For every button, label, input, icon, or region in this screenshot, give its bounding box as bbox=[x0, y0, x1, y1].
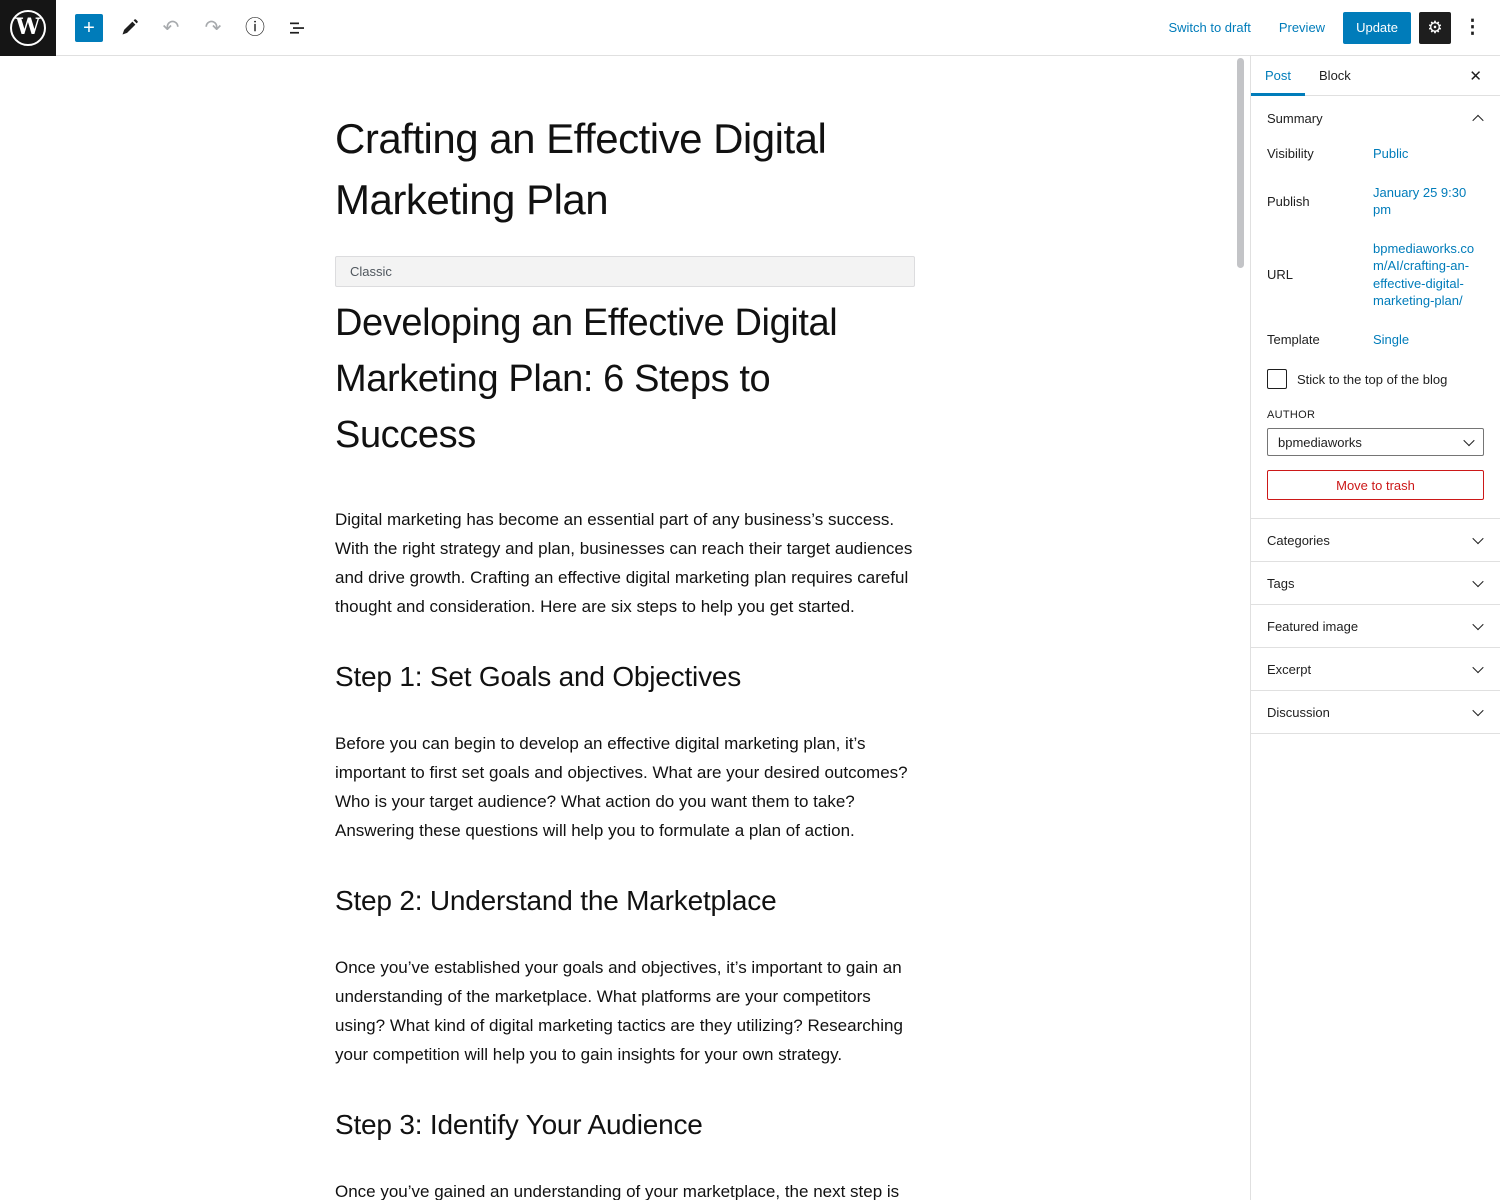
options-menu-button[interactable]: ⋮ bbox=[1459, 16, 1486, 39]
visibility-label: Visibility bbox=[1267, 146, 1314, 162]
post-document: Crafting an Effective Digital Marketing … bbox=[335, 56, 915, 1200]
discussion-panel-title: Discussion bbox=[1267, 704, 1330, 720]
wordpress-logo[interactable]: W bbox=[0, 0, 56, 56]
author-select[interactable]: bpmediaworks bbox=[1267, 428, 1484, 457]
chevron-down-icon bbox=[1463, 435, 1475, 447]
sticky-post-checkbox[interactable] bbox=[1267, 369, 1287, 390]
collapsed-panels: Categories Tags Featured image Excerpt D… bbox=[1251, 518, 1500, 735]
tab-block[interactable]: Block bbox=[1305, 56, 1365, 95]
url-value-button[interactable]: bpmediaworks.com/AI/crafting-an-effectiv… bbox=[1373, 240, 1484, 310]
tags-panel-header[interactable]: Tags bbox=[1251, 562, 1500, 606]
chevron-down-icon bbox=[1472, 619, 1484, 631]
summary-panel-title: Summary bbox=[1267, 111, 1323, 126]
plus-icon: + bbox=[83, 16, 95, 39]
summary-panel-body: Visibility Public Publish January 25 9:3… bbox=[1251, 141, 1500, 518]
visibility-value-button[interactable]: Public bbox=[1373, 145, 1408, 163]
chevron-down-icon bbox=[1472, 705, 1484, 717]
editor-top-bar: W + ↶ ↷ ⓘ Switch to draft Preview Update… bbox=[0, 0, 1500, 56]
tags-panel-title: Tags bbox=[1267, 575, 1295, 591]
section-paragraph-step-1[interactable]: Before you can begin to develop an effec… bbox=[335, 729, 915, 845]
redo-button[interactable]: ↷ bbox=[197, 12, 229, 44]
author-select-value: bpmediaworks bbox=[1278, 434, 1362, 450]
kebab-menu-icon: ⋮ bbox=[1463, 17, 1482, 38]
undo-button[interactable]: ↶ bbox=[155, 12, 187, 44]
list-view-button[interactable] bbox=[281, 12, 313, 44]
publish-value-button[interactable]: January 25 9:30 pm bbox=[1373, 184, 1484, 219]
section-paragraph-step-2[interactable]: Once you’ve established your goals and o… bbox=[335, 953, 915, 1069]
template-row: Template Single bbox=[1267, 331, 1484, 349]
topbar-actions: Switch to draft Preview Update ⚙ ⋮ bbox=[1158, 11, 1500, 44]
settings-sidebar: Post Block ✕ Summary Visibility Public P… bbox=[1250, 56, 1500, 1200]
close-sidebar-button[interactable]: ✕ bbox=[1461, 56, 1490, 95]
sticky-post-label: Stick to the top of the blog bbox=[1297, 371, 1448, 387]
visibility-row: Visibility Public bbox=[1267, 145, 1484, 163]
publish-label: Publish bbox=[1267, 193, 1310, 209]
url-row: URL bpmediaworks.com/AI/crafting-an-effe… bbox=[1267, 240, 1484, 310]
section-heading-step-3[interactable]: Step 3: Identify Your Audience bbox=[335, 1105, 915, 1145]
tools-button[interactable] bbox=[113, 12, 145, 44]
wordpress-logo-icon: W bbox=[10, 9, 46, 46]
editor-canvas: Crafting an Effective Digital Marketing … bbox=[0, 56, 1250, 1200]
section-heading-step-2[interactable]: Step 2: Understand the Marketplace bbox=[335, 881, 915, 921]
author-label: AUTHOR bbox=[1267, 409, 1316, 422]
featured-image-panel-header[interactable]: Featured image bbox=[1251, 605, 1500, 649]
intro-paragraph[interactable]: Digital marketing has become an essentia… bbox=[335, 505, 915, 621]
switch-to-draft-button[interactable]: Switch to draft bbox=[1158, 20, 1260, 35]
details-button[interactable]: ⓘ bbox=[239, 12, 271, 44]
categories-panel-title: Categories bbox=[1267, 532, 1330, 548]
move-to-trash-button[interactable]: Move to trash bbox=[1267, 470, 1484, 501]
post-subtitle-heading[interactable]: Developing an Effective Digital Marketin… bbox=[335, 295, 915, 463]
editor-tools: + ↶ ↷ ⓘ bbox=[56, 12, 313, 44]
pencil-icon bbox=[119, 18, 139, 38]
publish-row: Publish January 25 9:30 pm bbox=[1267, 184, 1484, 219]
sticky-post-option[interactable]: Stick to the top of the blog bbox=[1267, 369, 1484, 390]
chevron-down-icon bbox=[1472, 662, 1484, 674]
discussion-panel-header[interactable]: Discussion bbox=[1251, 691, 1500, 735]
block-inserter-button[interactable]: + bbox=[75, 13, 103, 42]
list-view-icon bbox=[287, 18, 307, 38]
undo-icon: ↶ bbox=[162, 16, 180, 39]
excerpt-panel-title: Excerpt bbox=[1267, 661, 1312, 677]
chevron-up-icon bbox=[1472, 114, 1484, 126]
sidebar-tabs: Post Block ✕ bbox=[1251, 56, 1500, 96]
redo-icon: ↷ bbox=[204, 16, 222, 39]
scrollbar-thumb[interactable] bbox=[1237, 58, 1244, 268]
excerpt-panel-header[interactable]: Excerpt bbox=[1251, 648, 1500, 692]
summary-panel-header[interactable]: Summary bbox=[1251, 96, 1500, 141]
template-label: Template bbox=[1267, 332, 1320, 348]
template-value-button[interactable]: Single bbox=[1373, 331, 1409, 349]
featured-image-panel-title: Featured image bbox=[1267, 618, 1359, 634]
section-paragraph-step-3[interactable]: Once you’ve gained an understanding of y… bbox=[335, 1177, 915, 1200]
gear-icon: ⚙ bbox=[1427, 17, 1443, 37]
info-icon: ⓘ bbox=[245, 16, 265, 39]
close-icon: ✕ bbox=[1469, 67, 1482, 85]
classic-block-label: Classic bbox=[350, 264, 392, 279]
tab-post[interactable]: Post bbox=[1251, 56, 1306, 96]
section-heading-step-1[interactable]: Step 1: Set Goals and Objectives bbox=[335, 657, 915, 697]
update-button[interactable]: Update bbox=[1343, 11, 1411, 44]
chevron-down-icon bbox=[1472, 576, 1484, 588]
url-label: URL bbox=[1267, 267, 1294, 283]
preview-button[interactable]: Preview bbox=[1269, 20, 1335, 35]
categories-panel-header[interactable]: Categories bbox=[1251, 519, 1500, 563]
post-title[interactable]: Crafting an Effective Digital Marketing … bbox=[335, 108, 915, 230]
classic-block[interactable]: Classic bbox=[335, 256, 915, 287]
settings-toggle-button[interactable]: ⚙ bbox=[1419, 11, 1451, 44]
chevron-down-icon bbox=[1472, 533, 1484, 545]
